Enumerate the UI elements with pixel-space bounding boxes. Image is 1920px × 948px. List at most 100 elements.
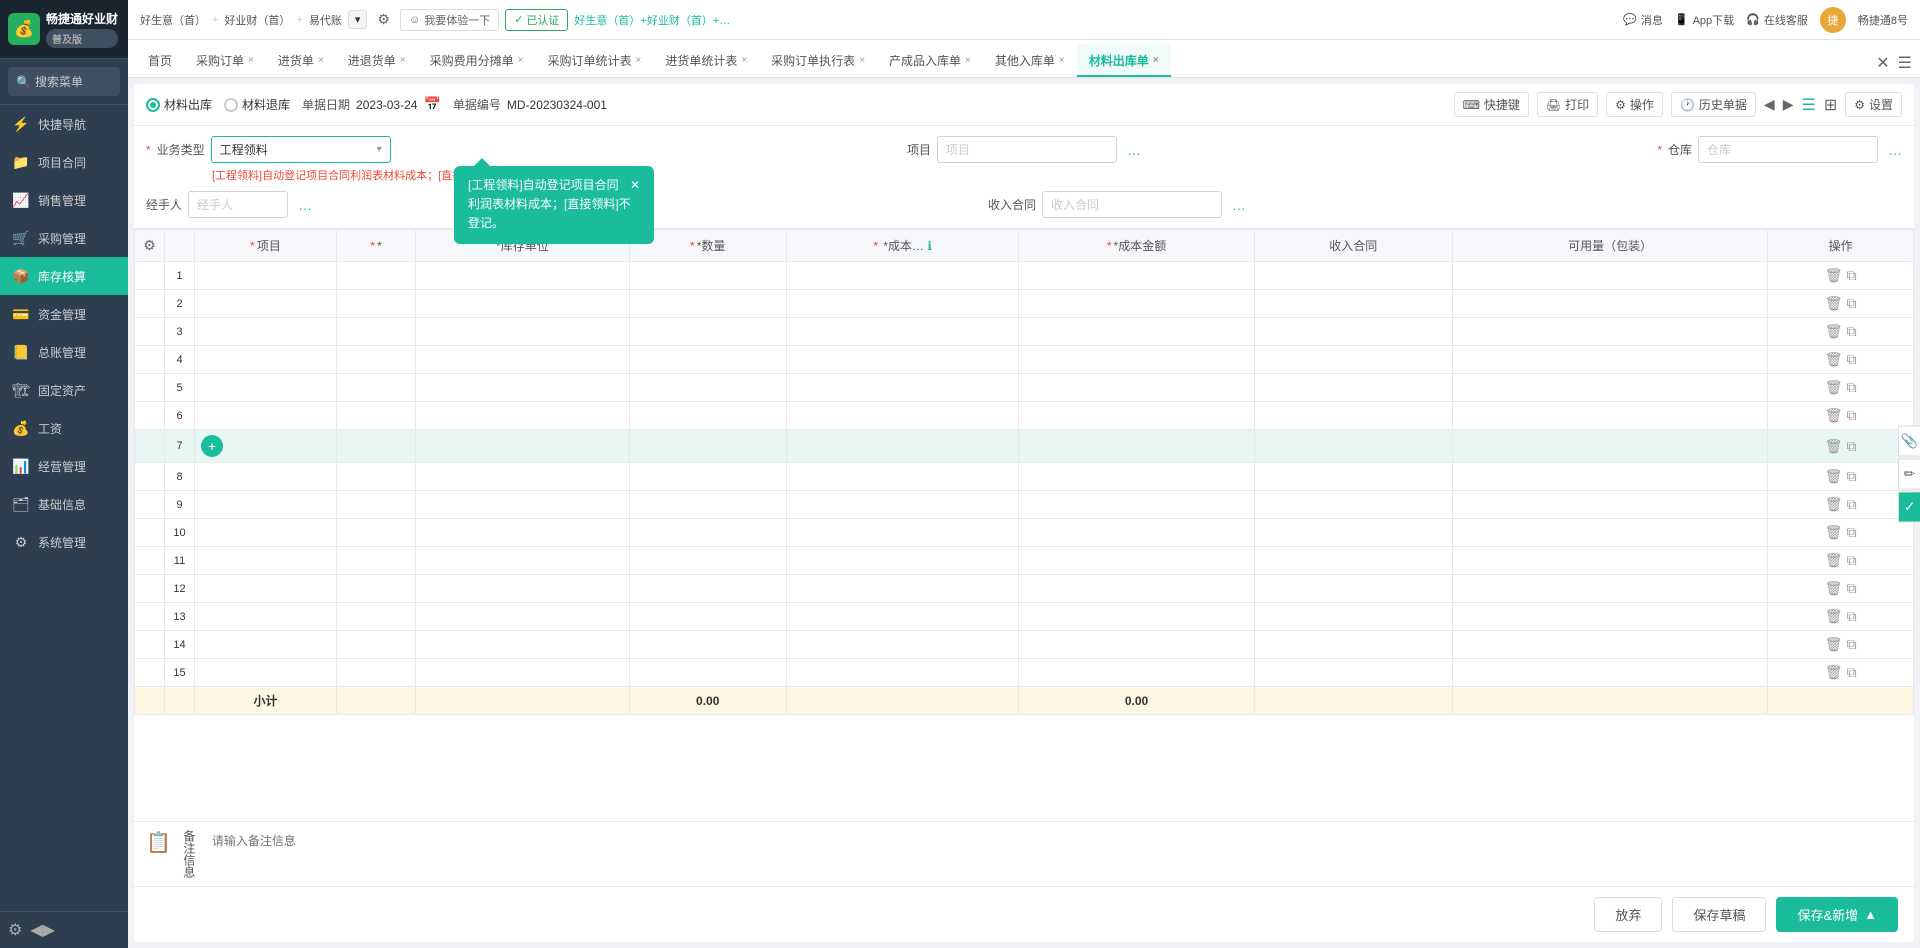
discard-button[interactable]: 放弃 xyxy=(1594,897,1662,932)
sidebar-item-accounting[interactable]: 📒 总账管理 xyxy=(0,333,128,371)
tab-close-purchase-exec[interactable]: × xyxy=(859,55,865,66)
tab-goods-return[interactable]: 进退货单 × xyxy=(336,44,418,77)
row-delete-btn[interactable]: 🗑 xyxy=(1825,552,1843,569)
row-quantity-cell[interactable] xyxy=(629,575,786,603)
row-copy-btn[interactable]: ⧉ xyxy=(1847,664,1857,681)
row-project-cell[interactable] xyxy=(195,318,337,346)
tab-list[interactable]: ☰ xyxy=(1898,53,1912,73)
sidebar-item-project[interactable]: 📁 项目合同 xyxy=(0,143,128,181)
row-quantity-cell[interactable] xyxy=(629,346,786,374)
sidebar-item-sales[interactable]: 📈 销售管理 xyxy=(0,181,128,219)
sidebar-item-operations[interactable]: 📊 经营管理 xyxy=(0,447,128,485)
row-quantity-cell[interactable] xyxy=(629,430,786,463)
row-material-cell[interactable] xyxy=(337,430,416,463)
row-copy-btn[interactable]: ⧉ xyxy=(1847,407,1857,424)
tab-purchase-fee[interactable]: 采购费用分摊单 × xyxy=(418,44,536,77)
topbar-tag-haoshengyi[interactable]: 好生意（首） xyxy=(140,12,206,28)
row-material-cell[interactable] xyxy=(337,547,416,575)
tab-close-purchase-order[interactable]: × xyxy=(248,55,254,66)
row-project-cell[interactable] xyxy=(195,402,337,430)
tab-goods-in[interactable]: 进货单 × xyxy=(266,44,336,77)
income-contract-dots-btn[interactable]: … xyxy=(1232,197,1246,213)
handler-input[interactable]: 经手人 xyxy=(188,191,288,218)
add-row-button[interactable]: + xyxy=(201,435,223,457)
row-project-cell[interactable] xyxy=(195,547,337,575)
row-delete-btn[interactable]: 🗑 xyxy=(1825,323,1843,340)
row-project-cell[interactable] xyxy=(195,603,337,631)
row-copy-btn[interactable]: ⧉ xyxy=(1847,379,1857,396)
row-project-cell[interactable] xyxy=(195,659,337,687)
row-copy-btn[interactable]: ⧉ xyxy=(1847,636,1857,653)
row-project-cell[interactable] xyxy=(195,491,337,519)
tab-close-goods-stat[interactable]: × xyxy=(741,55,747,66)
settings-btn[interactable]: ⚙ 设置 xyxy=(1845,92,1902,117)
income-contract-input[interactable]: 收入合同 xyxy=(1042,191,1222,218)
sidebar-item-finance[interactable]: 💳 资金管理 xyxy=(0,295,128,333)
project-dots-btn[interactable]: … xyxy=(1127,142,1141,158)
row-quantity-cell[interactable] xyxy=(629,463,786,491)
row-copy-btn[interactable]: ⧉ xyxy=(1847,496,1857,513)
sidebar-item-shortcut[interactable]: ⚡ 快捷导航 xyxy=(0,105,128,143)
tooltip-close-btn[interactable]: ✕ xyxy=(630,176,640,195)
row-copy-btn[interactable]: ⧉ xyxy=(1847,438,1857,455)
row-material-cell[interactable] xyxy=(337,318,416,346)
tab-purchase-order[interactable]: 采购订单 × xyxy=(184,44,266,77)
topbar-gear-icon[interactable]: ⚙ xyxy=(377,11,390,28)
row-material-cell[interactable] xyxy=(337,346,416,374)
row-quantity-cell[interactable] xyxy=(629,631,786,659)
topbar-username[interactable]: 畅捷通8号 xyxy=(1858,12,1908,28)
warehouse-input[interactable]: 仓库 xyxy=(1698,136,1878,163)
tab-purchase-stat[interactable]: 采购订单统计表 × xyxy=(535,44,653,77)
tab-other-in[interactable]: 其他入库单 × xyxy=(983,44,1077,77)
tab-product-in[interactable]: 产成品入库单 × xyxy=(877,44,983,77)
row-quantity-cell[interactable] xyxy=(629,318,786,346)
project-input[interactable]: 项目 xyxy=(937,136,1117,163)
row-material-cell[interactable] xyxy=(337,603,416,631)
row-quantity-cell[interactable] xyxy=(629,519,786,547)
tab-purchase-exec[interactable]: 采购订单执行表 × xyxy=(759,44,877,77)
sidebar-settings-btn[interactable]: ⚙ xyxy=(8,920,22,940)
radio-material-out[interactable]: 材料出库 xyxy=(146,96,212,113)
topbar-online-service[interactable]: 🎧 在线客服 xyxy=(1746,12,1808,28)
topbar-message[interactable]: 💬 消息 xyxy=(1623,12,1663,28)
row-delete-btn[interactable]: 🗑 xyxy=(1825,636,1843,653)
row-quantity-cell[interactable] xyxy=(629,491,786,519)
search-area[interactable]: 🔍 搜索菜单 xyxy=(0,59,128,105)
tab-close-all[interactable]: ✕ xyxy=(1876,53,1889,73)
operations-btn[interactable]: ⚙ 操作 xyxy=(1606,92,1663,117)
list-view-btn[interactable]: ☰ xyxy=(1801,95,1815,115)
handler-dots-btn[interactable]: … xyxy=(298,197,312,213)
row-quantity-cell[interactable] xyxy=(629,659,786,687)
row-project-cell[interactable]: + xyxy=(195,430,337,463)
row-copy-btn[interactable]: ⧉ xyxy=(1847,351,1857,368)
row-material-cell[interactable] xyxy=(337,659,416,687)
right-tool-check[interactable]: ✓ xyxy=(1898,492,1920,523)
search-menu-button[interactable]: 🔍 搜索菜单 xyxy=(8,67,120,96)
tab-close-purchase-fee[interactable]: × xyxy=(518,55,524,66)
sidebar-collapse-btn[interactable]: ◀▶ xyxy=(30,920,55,940)
grid-view-btn[interactable]: ⊞ xyxy=(1824,95,1837,115)
row-material-cell[interactable] xyxy=(337,290,416,318)
row-project-cell[interactable] xyxy=(195,346,337,374)
sidebar-item-system[interactable]: ⚙ 系统管理 xyxy=(0,523,128,561)
note-input[interactable] xyxy=(208,830,1902,852)
row-delete-btn[interactable]: 🗑 xyxy=(1825,295,1843,312)
row-quantity-cell[interactable] xyxy=(629,547,786,575)
row-delete-btn[interactable]: 🗑 xyxy=(1825,438,1843,455)
tab-material-out[interactable]: 材料出库单 × xyxy=(1077,44,1171,77)
row-material-cell[interactable] xyxy=(337,631,416,659)
row-material-cell[interactable] xyxy=(337,519,416,547)
save-draft-button[interactable]: 保存草稿 xyxy=(1672,897,1766,932)
sidebar-item-payroll[interactable]: 💰 工资 xyxy=(0,409,128,447)
right-tool-attach[interactable]: 📎 xyxy=(1898,426,1920,457)
topbar-dropdown[interactable]: ▾ xyxy=(348,10,368,29)
row-delete-btn[interactable]: 🗑 xyxy=(1825,407,1843,424)
row-quantity-cell[interactable] xyxy=(629,374,786,402)
row-copy-btn[interactable]: ⧉ xyxy=(1847,468,1857,485)
history-btn[interactable]: 🕐 历史单据 xyxy=(1671,92,1756,117)
tab-goods-stat[interactable]: 进货单统计表 × xyxy=(653,44,759,77)
business-type-input[interactable]: 工程领料 ▾ xyxy=(211,136,391,163)
warehouse-dots-btn[interactable]: … xyxy=(1888,142,1902,158)
row-material-cell[interactable] xyxy=(337,491,416,519)
tab-close-purchase-stat[interactable]: × xyxy=(635,55,641,66)
